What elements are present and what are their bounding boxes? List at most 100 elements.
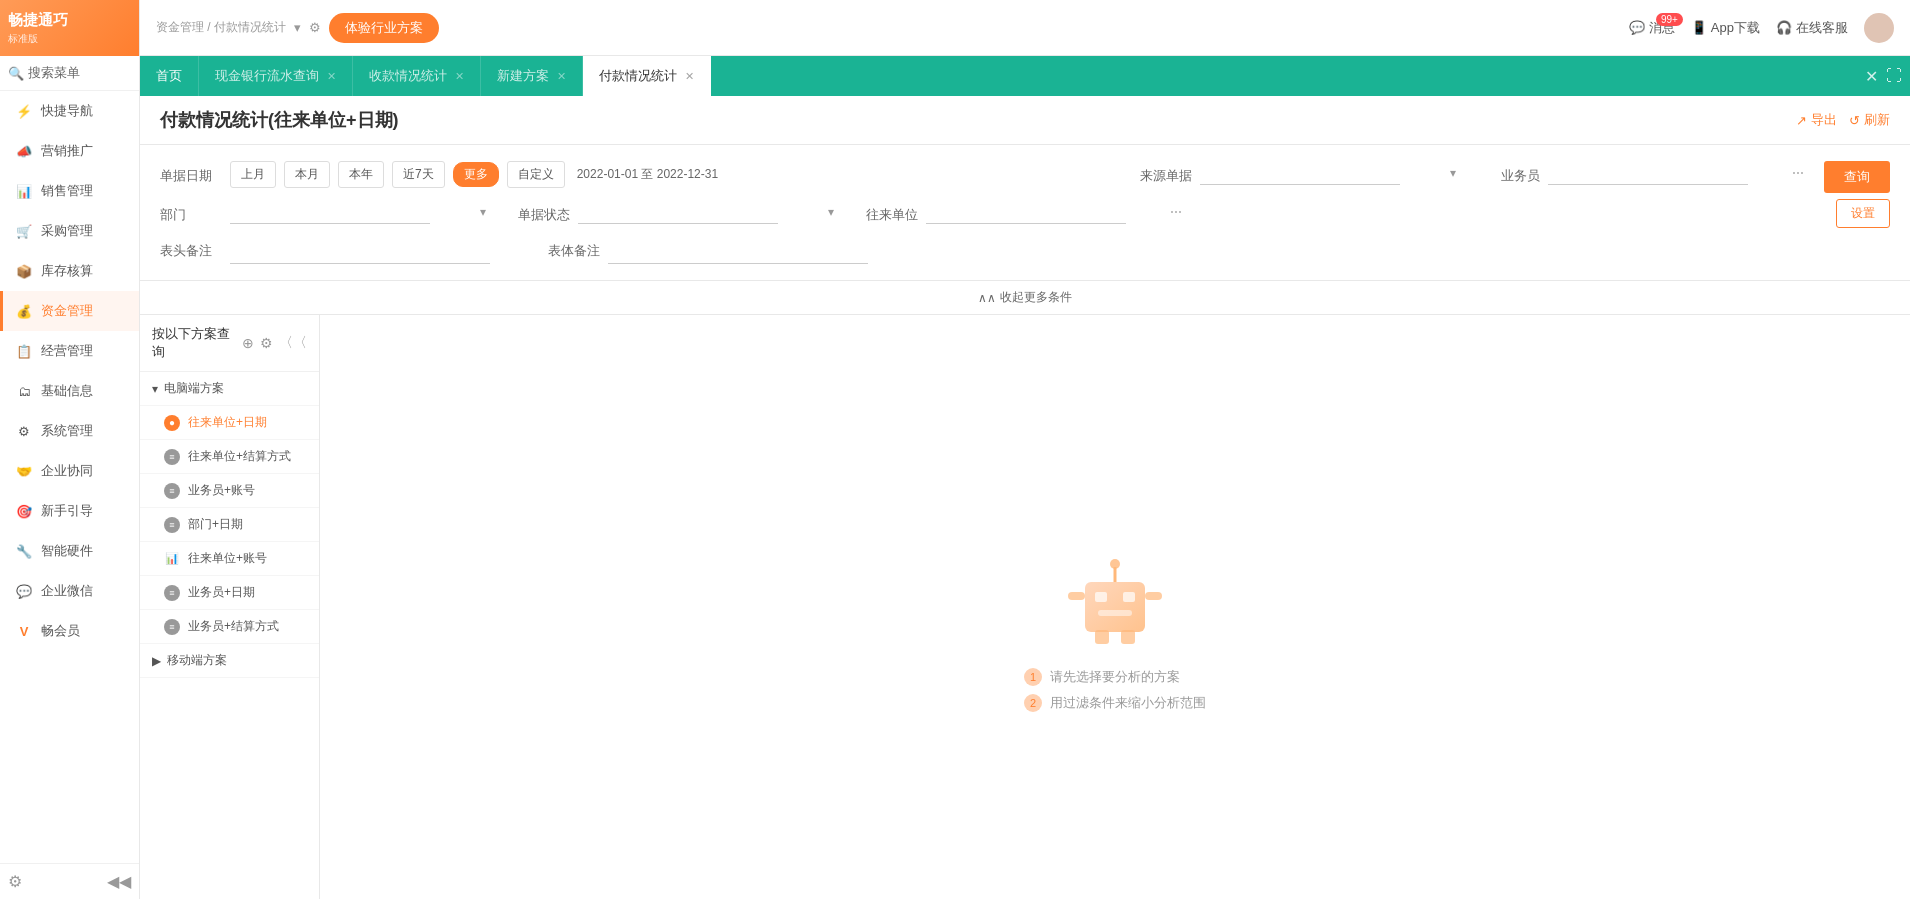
svg-rect-0 [1085,582,1145,632]
staff-label: 业务员 [1460,161,1540,185]
tab-bank[interactable]: 现金银行流水查询 ✕ [199,56,353,96]
query-button[interactable]: 查询 [1824,161,1890,193]
scheme-item-label: 部门+日期 [188,516,243,533]
date-btn-this-month[interactable]: 本月 [284,161,330,188]
marketing-icon: 📣 [15,142,33,160]
page-title: 付款情况统计(往来单位+日期) [160,108,399,132]
dept-select[interactable] [230,200,430,224]
purchase-icon: 🛒 [15,222,33,240]
scheme-item-label: 业务员+结算方式 [188,618,279,635]
date-btn-custom[interactable]: 自定义 [507,161,565,188]
scheme-section-mobile-header[interactable]: ▶ 移动端方案 [140,644,319,678]
scheme-collapse-icon[interactable]: 〈〈 [279,334,307,352]
collapse-sidebar-icon[interactable]: ◀◀ [107,872,131,891]
scheme-panel-header: 按以下方案查询 ⊕ ⚙ 〈〈 [140,315,319,372]
tab-bank-close[interactable]: ✕ [327,70,336,83]
breadcrumb-dropdown-icon[interactable]: ▾ [294,20,301,35]
source-select[interactable] [1200,161,1400,185]
topbar-gear-icon[interactable]: ⚙ [309,20,321,35]
tab-payments-close[interactable]: ✕ [685,70,694,83]
sidebar-search-label: 搜索菜单 [28,64,80,82]
dept-select-arrow-icon: ▾ [480,205,486,219]
svg-rect-1 [1095,592,1107,602]
tab-home[interactable]: 首页 [140,56,199,96]
date-btn-this-year[interactable]: 本年 [338,161,384,188]
sidebar-item-label: 资金管理 [41,302,93,320]
tab-payments[interactable]: 付款情况统计 ✕ [583,56,711,96]
sidebar-search[interactable]: 🔍 搜索菜单 [0,56,139,91]
sidebar-item-hardware[interactable]: 🔧 智能硬件 [0,531,139,571]
scheme-item-counterpart-settle[interactable]: ≡ 往来单位+结算方式 [140,440,319,474]
scheme-item-icon-gray1: ≡ [164,449,180,465]
sidebar-item-capital[interactable]: 💰 资金管理 [0,291,139,331]
body-note-input[interactable] [608,236,868,264]
settings-icon[interactable]: ⚙ [8,872,22,891]
collapse-button[interactable]: ∧∧ 收起更多条件 [978,289,1072,306]
header-note-input[interactable] [230,236,490,264]
scheme-section-desktop-header[interactable]: ▾ 电脑端方案 [140,372,319,406]
sidebar-item-system[interactable]: ⚙ 系统管理 [0,411,139,451]
sidebar: 畅捷通巧 标准版 🔍 搜索菜单 ⚡ 快捷导航 📣 营销推广 📊 销售管理 🛒 [0,0,140,899]
scheme-item-counterpart-account[interactable]: 📊 往来单位+账号 [140,542,319,576]
scheme-item-dept-date[interactable]: ≡ 部门+日期 [140,508,319,542]
tab-new-scheme[interactable]: 新建方案 ✕ [481,56,583,96]
filter-row-1: 单据日期 上月 本月 本年 近7天 更多 自定义 2022-01-01 至 20… [160,161,1808,188]
trial-button[interactable]: 体验行业方案 [329,13,439,43]
tab-fullscreen-icon[interactable]: ⛶ [1886,67,1902,85]
sidebar-item-enterprise[interactable]: 🤝 企业协同 [0,451,139,491]
export-button[interactable]: ↗ 导出 [1796,111,1837,129]
filter-row-3: 表头备注 表体备注 [160,236,1808,264]
sidebar-item-operations[interactable]: 📋 经营管理 [0,331,139,371]
doc-status-select[interactable] [578,200,778,224]
message-badge: 99+ [1656,13,1683,26]
user-avatar[interactable] [1864,13,1894,43]
sidebar-item-basic-info[interactable]: 🗂 基础信息 [0,371,139,411]
sidebar-item-inventory[interactable]: 📦 库存核算 [0,251,139,291]
scheme-item-staff-settle[interactable]: ≡ 业务员+结算方式 [140,610,319,644]
tab-new-scheme-close[interactable]: ✕ [557,70,566,83]
svg-rect-2 [1123,592,1135,602]
app-icon: 📱 [1691,20,1707,35]
message-button[interactable]: 💬 消息 99+ [1629,19,1675,37]
sidebar-nav: ⚡ 快捷导航 📣 营销推广 📊 销售管理 🛒 采购管理 📦 库存核算 💰 [0,91,139,863]
header-note-label: 表头备注 [160,236,230,260]
svg-point-5 [1110,559,1120,569]
sales-icon: 📊 [15,182,33,200]
app-download-button[interactable]: 📱 App下载 [1691,19,1760,37]
hardware-icon: 🔧 [15,542,33,560]
sidebar-item-vip[interactable]: V 畅会员 [0,611,139,651]
scheme-item-icon-gray4: ≡ [164,585,180,601]
refresh-button[interactable]: ↺ 刷新 [1849,111,1890,129]
basic-info-icon: 🗂 [15,382,33,400]
export-label: 导出 [1811,111,1837,129]
service-icon: 🎧 [1776,20,1792,35]
date-btn-7days[interactable]: 近7天 [392,161,445,188]
hint-num-2: 2 [1024,694,1042,712]
scheme-item-staff-date[interactable]: ≡ 业务员+日期 [140,576,319,610]
staff-select[interactable] [1548,161,1748,185]
scheme-item-staff-account[interactable]: ≡ 业务员+账号 [140,474,319,508]
sidebar-item-guide[interactable]: 🎯 新手引导 [0,491,139,531]
sidebar-item-purchase[interactable]: 🛒 采购管理 [0,211,139,251]
tab-close-all-icon[interactable]: ✕ [1865,67,1878,86]
counterpart-select[interactable] [926,200,1126,224]
tab-receipts[interactable]: 收款情况统计 ✕ [353,56,481,96]
tab-bank-label: 现金银行流水查询 [215,67,319,85]
weixin-icon: 💬 [15,582,33,600]
scheme-settings-icon[interactable]: ⚙ [260,335,273,351]
online-service-button[interactable]: 🎧 在线客服 [1776,19,1848,37]
scheme-add-icon[interactable]: ⊕ [242,335,254,351]
scheme-item-label: 业务员+账号 [188,482,255,499]
enterprise-icon: 🤝 [15,462,33,480]
date-btn-last-month[interactable]: 上月 [230,161,276,188]
date-btn-more[interactable]: 更多 [453,162,499,187]
sidebar-item-quick-nav[interactable]: ⚡ 快捷导航 [0,91,139,131]
sidebar-item-sales[interactable]: 📊 销售管理 [0,171,139,211]
tab-receipts-close[interactable]: ✕ [455,70,464,83]
scheme-item-counterpart-date[interactable]: ● 往来单位+日期 [140,406,319,440]
settings-button[interactable]: 设置 [1836,199,1890,228]
sidebar-item-weixin[interactable]: 💬 企业微信 [0,571,139,611]
page-header-actions: ↗ 导出 ↺ 刷新 [1796,111,1890,129]
sidebar-item-marketing[interactable]: 📣 营销推广 [0,131,139,171]
data-area: 1 请先选择要分析的方案 2 用过滤条件来缩小分析范围 [320,315,1910,899]
